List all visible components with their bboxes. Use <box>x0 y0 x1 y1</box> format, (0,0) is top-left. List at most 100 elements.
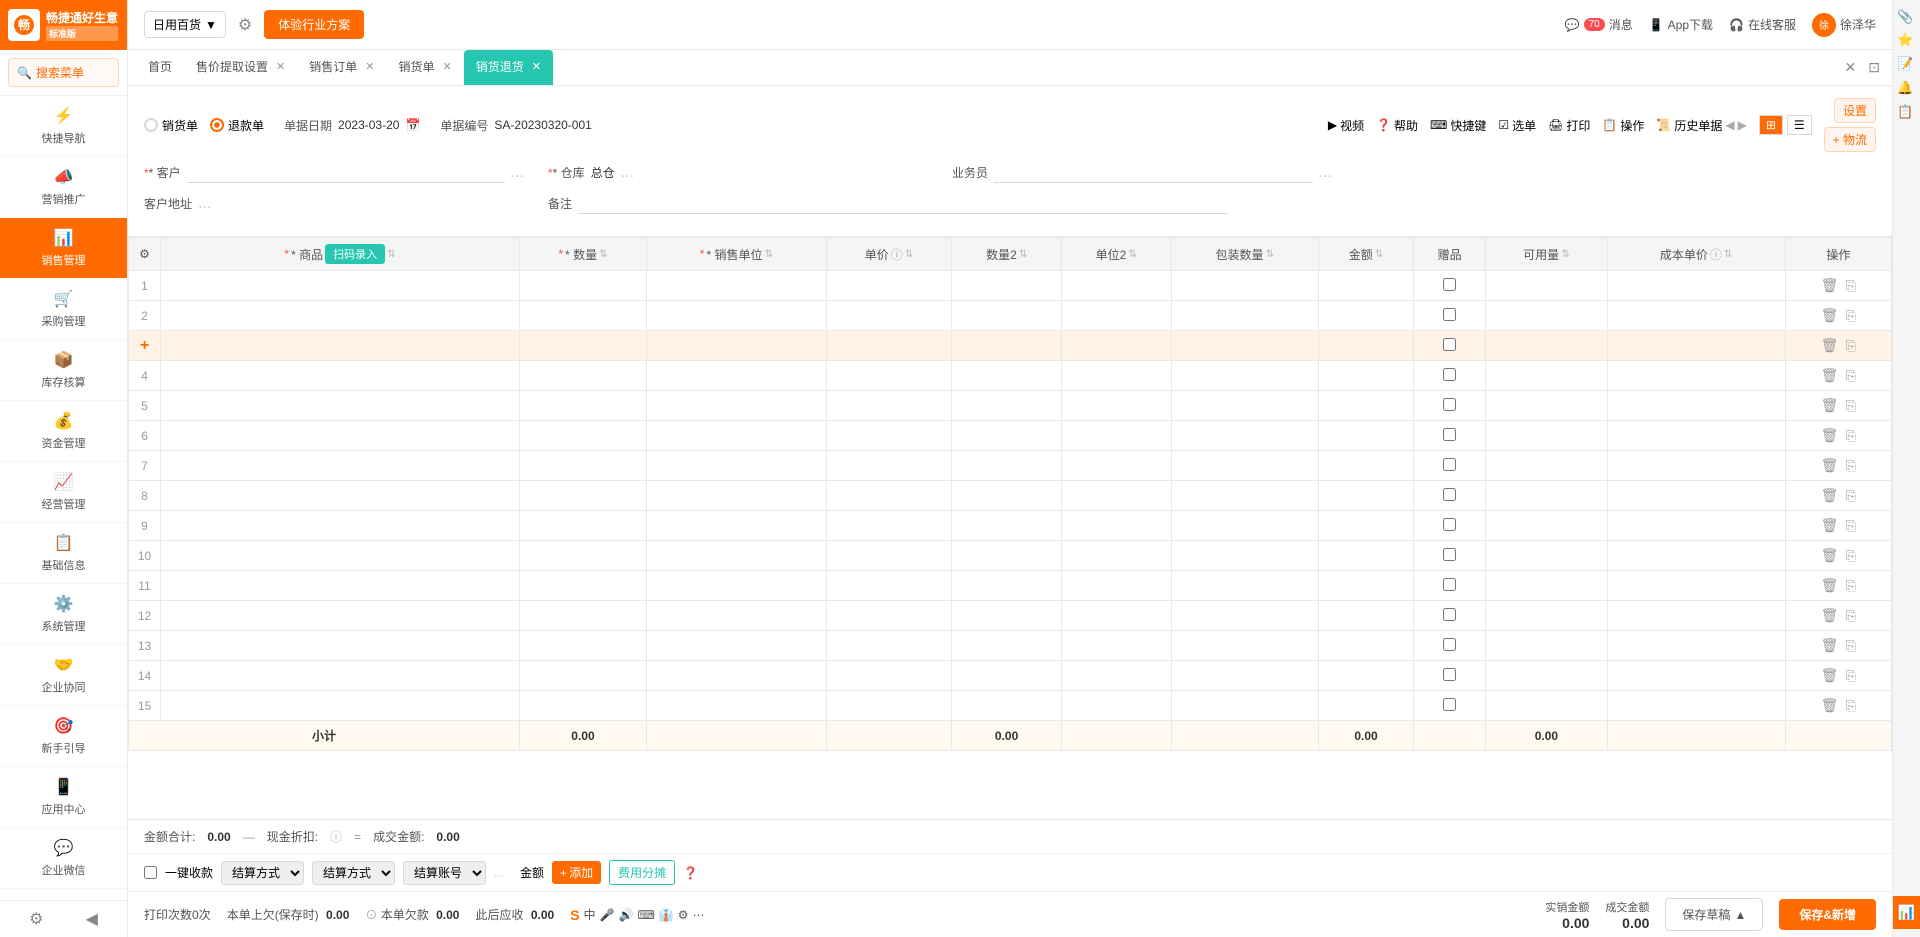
gift-checkbox[interactable] <box>1443 368 1456 381</box>
sales-unit-cell[interactable] <box>647 361 827 391</box>
pack-qty-cell[interactable] <box>1171 631 1319 661</box>
sales-unit-cell[interactable] <box>647 301 827 331</box>
warehouse-dots[interactable]: ... <box>621 164 634 182</box>
quantity-cell[interactable] <box>519 691 646 721</box>
gift-checkbox[interactable] <box>1443 308 1456 321</box>
amount-cell[interactable] <box>1319 361 1414 391</box>
cost-price-cell[interactable] <box>1607 301 1785 331</box>
cost-price-cell[interactable] <box>1607 631 1785 661</box>
cost-price-cell[interactable] <box>1607 421 1785 451</box>
qty2-cell[interactable] <box>952 601 1062 631</box>
try-solution-btn[interactable]: 体验行业方案 <box>264 10 364 39</box>
pack-qty-cell[interactable] <box>1171 301 1319 331</box>
delete-row-btn[interactable]: 🗑 <box>1819 695 1841 716</box>
pack-qty-cell[interactable] <box>1171 481 1319 511</box>
gift-checkbox[interactable] <box>1443 518 1456 531</box>
unit2-cell[interactable] <box>1061 361 1171 391</box>
available-cell[interactable] <box>1486 601 1607 631</box>
search-menu-btn[interactable]: 🔍 搜索菜单 <box>8 58 119 87</box>
available-cell[interactable] <box>1486 271 1607 301</box>
tab-price-extract[interactable]: 售价提取设置 ✕ <box>184 50 297 85</box>
settings-bottom-btn[interactable]: ⚙ <box>29 909 43 929</box>
pack-qty-cell[interactable] <box>1171 511 1319 541</box>
right-sidebar-bottom-icon[interactable]: 📊 <box>1898 904 1915 921</box>
unit-price-cell[interactable] <box>826 301 952 331</box>
copy-row-btn[interactable]: ⎘ <box>1844 366 1858 386</box>
gift-cell[interactable] <box>1414 631 1486 661</box>
unit2-cell[interactable] <box>1061 451 1171 481</box>
unit-price-cell[interactable] <box>826 481 952 511</box>
amount-cell[interactable] <box>1319 571 1414 601</box>
product-cell[interactable] <box>161 361 520 391</box>
amount-cell[interactable] <box>1319 691 1414 721</box>
available-cell[interactable] <box>1486 511 1607 541</box>
unit2-cell[interactable] <box>1061 481 1171 511</box>
available-cell[interactable] <box>1486 691 1607 721</box>
unit2-cell[interactable] <box>1061 631 1171 661</box>
avail-sort-icon[interactable]: ⇅ <box>1561 249 1569 260</box>
amount-cell[interactable] <box>1319 661 1414 691</box>
operation-btn[interactable]: 📋 操作 <box>1602 117 1644 134</box>
delete-row-btn[interactable]: 🗑 <box>1819 545 1841 566</box>
cost-price-cell[interactable] <box>1607 271 1785 301</box>
quantity-cell[interactable] <box>519 541 646 571</box>
available-cell[interactable] <box>1486 661 1607 691</box>
unit-price-cell[interactable] <box>826 331 952 361</box>
salesperson-dots[interactable]: ... <box>1319 164 1332 182</box>
sales-unit-cell[interactable] <box>647 451 827 481</box>
sales-unit-cell[interactable] <box>647 421 827 451</box>
qty2-cell[interactable] <box>952 481 1062 511</box>
quantity-cell[interactable] <box>519 481 646 511</box>
copy-row-btn[interactable]: ⎘ <box>1844 606 1858 626</box>
unit-price-cell[interactable] <box>826 571 952 601</box>
amount-cell[interactable] <box>1319 451 1414 481</box>
gift-cell[interactable] <box>1414 331 1486 361</box>
unit2-cell[interactable] <box>1061 571 1171 601</box>
quantity-cell[interactable] <box>519 451 646 481</box>
delete-row-btn[interactable]: 🗑 <box>1819 665 1841 686</box>
product-cell[interactable] <box>161 301 520 331</box>
gift-checkbox[interactable] <box>1443 638 1456 651</box>
account-dots[interactable]: ... <box>494 866 504 880</box>
user-item[interactable]: 徐 徐泽华 <box>1812 13 1876 37</box>
sales-unit-cell[interactable] <box>647 571 827 601</box>
gift-checkbox[interactable] <box>1443 338 1456 351</box>
gift-cell[interactable] <box>1414 421 1486 451</box>
available-cell[interactable] <box>1486 631 1607 661</box>
quantity-cell[interactable] <box>519 571 646 601</box>
radio-return[interactable]: 退款单 <box>210 117 264 134</box>
view-grid-btn[interactable]: ⊞ <box>1759 115 1783 135</box>
amount-cell[interactable] <box>1319 391 1414 421</box>
cost-price-cell[interactable] <box>1607 331 1785 361</box>
cost-price-cell[interactable] <box>1607 361 1785 391</box>
cost-price-cell[interactable] <box>1607 541 1785 571</box>
available-cell[interactable] <box>1486 361 1607 391</box>
online-service-item[interactable]: 🎧 在线客服 <box>1729 16 1796 33</box>
calendar-icon[interactable]: 📅 <box>405 118 420 132</box>
product-cell[interactable] <box>161 421 520 451</box>
copy-row-btn[interactable]: ⎘ <box>1844 336 1858 356</box>
qty2-cell[interactable] <box>952 451 1062 481</box>
unit-sort-icon[interactable]: ⇅ <box>764 249 772 260</box>
tab-home[interactable]: 首页 <box>136 50 184 85</box>
product-cell[interactable] <box>161 331 520 361</box>
available-cell[interactable] <box>1486 331 1607 361</box>
right-sidebar-item-5[interactable]: 📋 <box>1899 104 1914 120</box>
tab-close-all-btn[interactable]: ✕ <box>1841 57 1861 78</box>
collapse-btn[interactable]: ◀ <box>86 909 98 929</box>
qty2-cell[interactable] <box>952 331 1062 361</box>
gift-cell[interactable] <box>1414 541 1486 571</box>
sidebar-item-apps[interactable]: 📱 应用中心 <box>0 767 127 828</box>
cost-price-cell[interactable] <box>1607 601 1785 631</box>
fee-split-btn[interactable]: 费用分摊 <box>609 860 675 885</box>
sales-unit-cell[interactable] <box>647 541 827 571</box>
unit2-cell[interactable] <box>1061 511 1171 541</box>
product-input[interactable] <box>165 339 515 353</box>
keyboard2-icon[interactable]: ⌨ <box>637 908 654 922</box>
speaker-icon[interactable]: 🔊 <box>619 908 634 922</box>
calc-method-select[interactable]: 结算方式 <box>221 861 304 885</box>
pack-sort-icon[interactable]: ⇅ <box>1266 249 1274 260</box>
quantity-cell[interactable] <box>519 271 646 301</box>
save-new-btn[interactable]: 保存&新增 <box>1779 899 1876 930</box>
unit-price-cell[interactable] <box>826 451 952 481</box>
